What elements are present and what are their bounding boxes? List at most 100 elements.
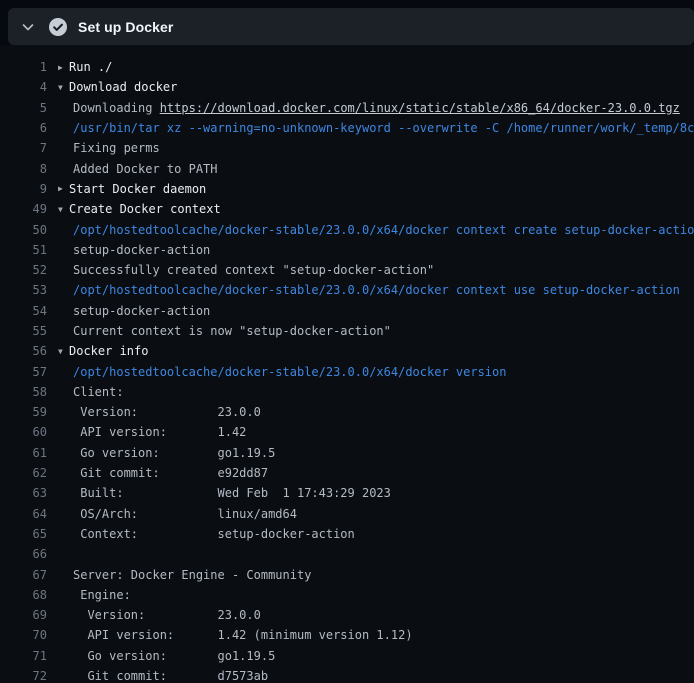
log-line: 9 ▶Start Docker daemon bbox=[0, 179, 694, 199]
triangle-right-icon[interactable]: ▶ bbox=[58, 63, 69, 72]
log-text: Built: Wed Feb 1 17:43:29 2023 bbox=[73, 486, 391, 500]
log-text: /opt/hostedtoolcache/docker-stable/23.0.… bbox=[73, 283, 680, 297]
line-number[interactable]: 6 bbox=[0, 121, 47, 135]
log-line: 52 Successfully created context "setup-do… bbox=[0, 260, 694, 280]
line-number[interactable]: 55 bbox=[0, 324, 47, 338]
log-line: 56 ▼Docker info bbox=[0, 341, 694, 361]
line-number[interactable]: 9 bbox=[0, 182, 47, 196]
log-line: 8 Added Docker to PATH bbox=[0, 158, 694, 178]
log-group-title[interactable]: ▶Run ./ bbox=[58, 60, 112, 74]
line-number[interactable]: 72 bbox=[0, 669, 47, 683]
line-number[interactable]: 66 bbox=[0, 547, 47, 561]
log-line: 67 Server: Docker Engine - Community bbox=[0, 564, 694, 584]
group-title-text: Create Docker context bbox=[69, 202, 221, 216]
line-number[interactable]: 71 bbox=[0, 649, 47, 663]
log-line: 65 Context: setup-docker-action bbox=[0, 524, 694, 544]
log-text: Engine: bbox=[73, 588, 131, 602]
log-text: Context: setup-docker-action bbox=[73, 527, 355, 541]
log-text: setup-docker-action bbox=[73, 304, 210, 318]
step-header[interactable]: Set up Docker bbox=[8, 8, 694, 45]
line-number[interactable]: 54 bbox=[0, 304, 47, 318]
log-viewer: Set up Docker 1▶Run ./4▼Download docker5… bbox=[0, 0, 694, 683]
line-number[interactable]: 49 bbox=[0, 202, 47, 216]
log-text: Successfully created context "setup-dock… bbox=[73, 263, 434, 277]
log-group-title[interactable]: ▼Docker info bbox=[58, 344, 148, 358]
step-title: Set up Docker bbox=[78, 19, 173, 35]
log-text: Fixing perms bbox=[73, 141, 160, 155]
line-number[interactable]: 58 bbox=[0, 385, 47, 399]
line-number[interactable]: 50 bbox=[0, 223, 47, 237]
log-text: Version: 23.0.0 bbox=[73, 608, 261, 622]
log-text: OS/Arch: linux/amd64 bbox=[73, 507, 297, 521]
line-number[interactable]: 56 bbox=[0, 344, 47, 358]
log-line: 62 Git commit: e92dd87 bbox=[0, 463, 694, 483]
line-number[interactable]: 63 bbox=[0, 486, 47, 500]
line-number[interactable]: 8 bbox=[0, 162, 47, 176]
line-number[interactable]: 64 bbox=[0, 507, 47, 521]
log-line: 59 Version: 23.0.0 bbox=[0, 402, 694, 422]
line-number[interactable]: 57 bbox=[0, 365, 47, 379]
line-number[interactable]: 5 bbox=[0, 101, 47, 115]
triangle-down-icon[interactable]: ▼ bbox=[58, 83, 69, 92]
group-title-text: Download docker bbox=[69, 80, 177, 94]
log-line: 49 ▼Create Docker context bbox=[0, 199, 694, 219]
log-line: 6/usr/bin/tar xz --warning=no-unknown-ke… bbox=[0, 118, 694, 138]
log-line: 66 bbox=[0, 544, 694, 564]
line-number[interactable]: 65 bbox=[0, 527, 47, 541]
triangle-down-icon[interactable]: ▼ bbox=[58, 205, 69, 214]
log-line: 71 Go version: go1.19.5 bbox=[0, 646, 694, 666]
log-text: /opt/hostedtoolcache/docker-stable/23.0.… bbox=[73, 223, 694, 237]
line-number[interactable]: 70 bbox=[0, 628, 47, 642]
group-title-text: Docker info bbox=[69, 344, 148, 358]
log-line: 50/opt/hostedtoolcache/docker-stable/23.… bbox=[0, 219, 694, 239]
log-text: Downloading https://download.docker.com/… bbox=[73, 101, 680, 115]
chevron-down-icon[interactable] bbox=[16, 15, 40, 39]
line-number[interactable]: 51 bbox=[0, 243, 47, 257]
log-link[interactable]: https://download.docker.com/linux/static… bbox=[160, 101, 680, 115]
log-text: API version: 1.42 (minimum version 1.12) bbox=[73, 628, 413, 642]
log-text: setup-docker-action bbox=[73, 243, 210, 257]
log-line: 51 setup-docker-action bbox=[0, 240, 694, 260]
group-title-text: Run ./ bbox=[69, 60, 112, 74]
line-number[interactable]: 60 bbox=[0, 425, 47, 439]
log-text: Go version: go1.19.5 bbox=[73, 446, 275, 460]
log-line: 63 Built: Wed Feb 1 17:43:29 2023 bbox=[0, 483, 694, 503]
log-line: 70 API version: 1.42 (minimum version 1.… bbox=[0, 625, 694, 645]
line-number[interactable]: 52 bbox=[0, 263, 47, 277]
line-number[interactable]: 69 bbox=[0, 608, 47, 622]
line-number[interactable]: 4 bbox=[0, 80, 47, 94]
log-line: 58Client: bbox=[0, 382, 694, 402]
log-text: Go version: go1.19.5 bbox=[73, 649, 275, 663]
log-text: Server: Docker Engine - Community bbox=[73, 568, 311, 582]
log-line: 53/opt/hostedtoolcache/docker-stable/23.… bbox=[0, 280, 694, 300]
log-line: 64 OS/Arch: linux/amd64 bbox=[0, 504, 694, 524]
log-text: /opt/hostedtoolcache/docker-stable/23.0.… bbox=[73, 365, 506, 379]
log-line: 69 Version: 23.0.0 bbox=[0, 605, 694, 625]
log-text: Git commit: d7573ab bbox=[73, 669, 268, 683]
log-group-title[interactable]: ▶Start Docker daemon bbox=[58, 182, 206, 196]
line-number[interactable]: 7 bbox=[0, 141, 47, 155]
log-text: Git commit: e92dd87 bbox=[73, 466, 268, 480]
line-number[interactable]: 67 bbox=[0, 568, 47, 582]
log-text-prefix: Downloading bbox=[73, 101, 160, 115]
log-line: 1 ▶Run ./ bbox=[0, 57, 694, 77]
log-line: 7 Fixing perms bbox=[0, 138, 694, 158]
line-number[interactable]: 59 bbox=[0, 405, 47, 419]
line-number[interactable]: 53 bbox=[0, 283, 47, 297]
log-group-title[interactable]: ▼Download docker bbox=[58, 80, 177, 94]
check-circle-icon bbox=[49, 18, 67, 36]
triangle-right-icon[interactable]: ▶ bbox=[58, 184, 69, 193]
group-title-text: Start Docker daemon bbox=[69, 182, 206, 196]
log-line: 72 Git commit: d7573ab bbox=[0, 666, 694, 683]
line-number[interactable]: 1 bbox=[0, 60, 47, 74]
log-line: 55Current context is now "setup-docker-a… bbox=[0, 321, 694, 341]
log-line: 68 Engine: bbox=[0, 585, 694, 605]
log-group-title[interactable]: ▼Create Docker context bbox=[58, 202, 221, 216]
line-number[interactable]: 61 bbox=[0, 446, 47, 460]
log-line: 60 API version: 1.42 bbox=[0, 422, 694, 442]
line-number[interactable]: 62 bbox=[0, 466, 47, 480]
log-container: 1▶Run ./4▼Download docker5Downloading ht… bbox=[0, 45, 694, 683]
line-number[interactable]: 68 bbox=[0, 588, 47, 602]
triangle-down-icon[interactable]: ▼ bbox=[58, 347, 69, 356]
log-text: Added Docker to PATH bbox=[73, 162, 218, 176]
